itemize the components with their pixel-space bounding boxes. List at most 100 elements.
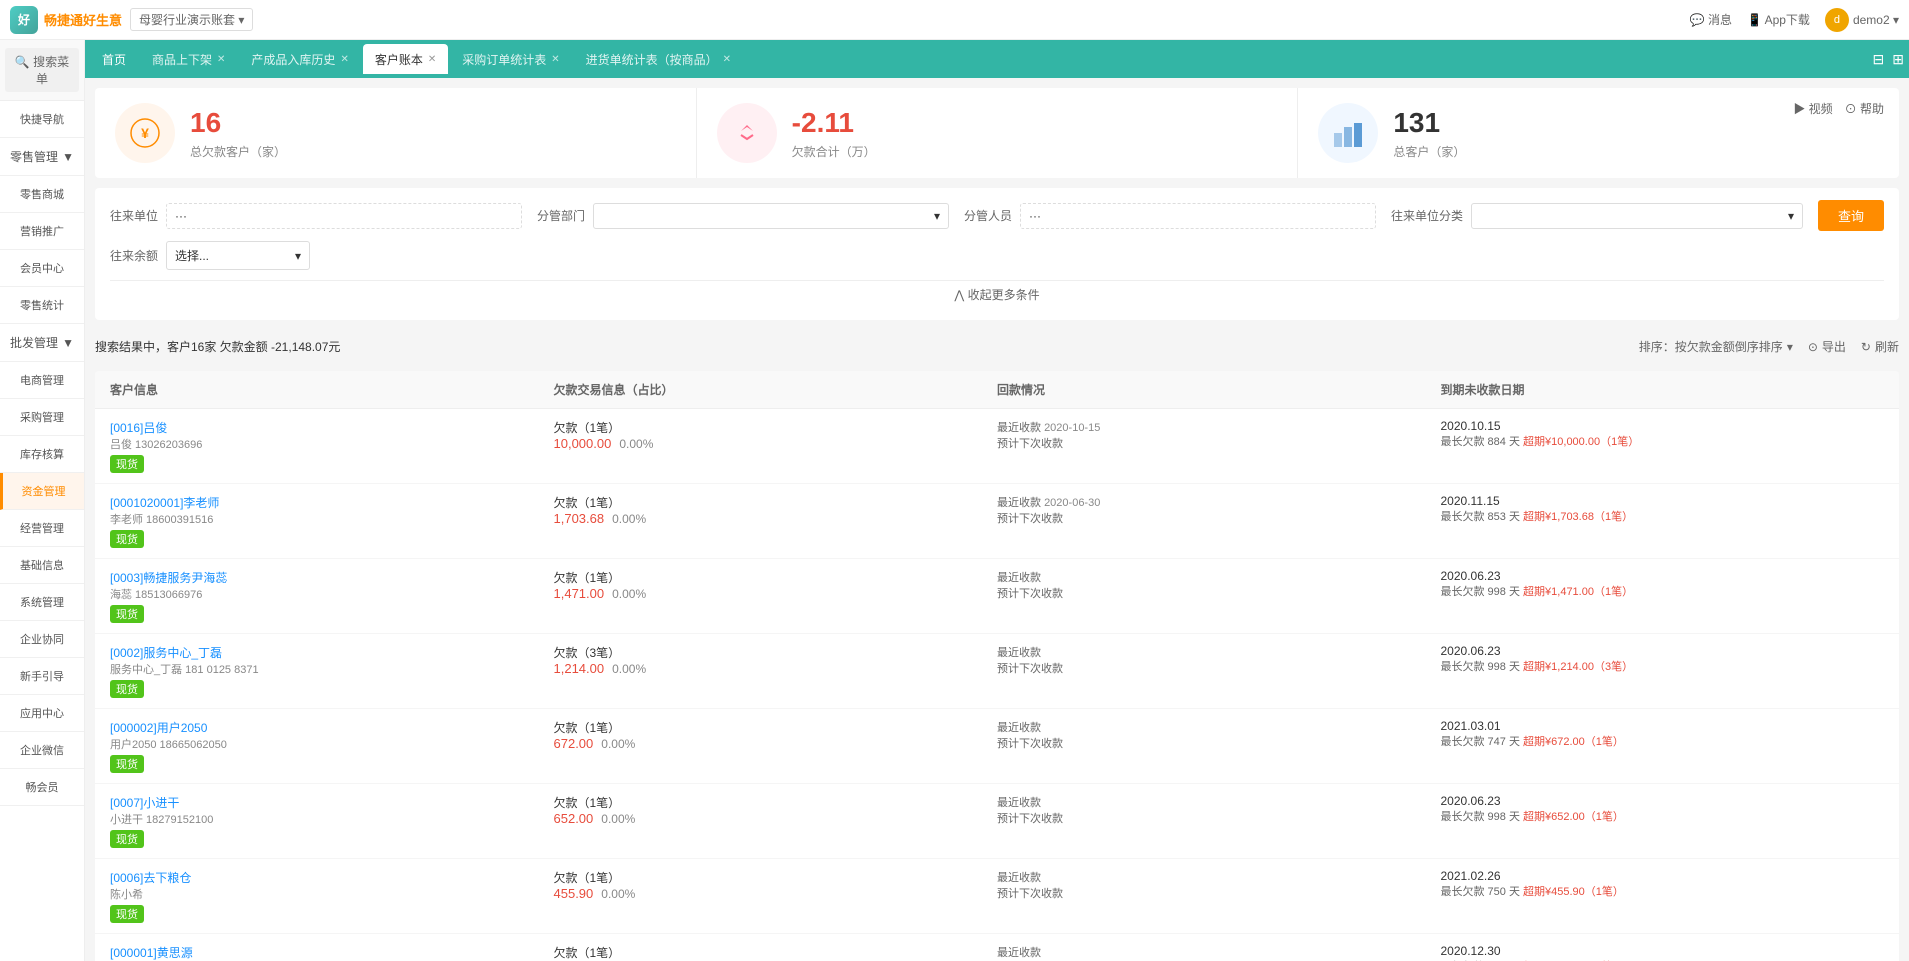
customer-phone-4: 用户2050 18665062050: [110, 736, 554, 752]
filter-select-balance[interactable]: 选择... ▾: [166, 241, 310, 270]
sidebar-item-system[interactable]: 系统管理: [0, 584, 84, 621]
sidebar: 🔍 搜索菜单 快捷导航 零售管理▼ 零售商城 营销推广 会员中心 零售统计 批发…: [0, 40, 85, 961]
maximize-button[interactable]: ⊞: [1892, 51, 1904, 68]
company-selector[interactable]: 母婴行业演示账套 ▾: [130, 8, 253, 31]
customer-name-4[interactable]: [000002]用户2050: [110, 719, 554, 736]
stat-label-owed-customers: 总欠款客户（家）: [190, 143, 676, 160]
search-button[interactable]: 查询: [1818, 200, 1884, 231]
sidebar-item-enterprise-wechat[interactable]: 企业微信: [0, 732, 84, 769]
layout: 🔍 搜索菜单 快捷导航 零售管理▼ 零售商城 营销推广 会员中心 零售统计 批发…: [0, 40, 1909, 961]
page-body: ¥ 16 总欠款客户（家） -2.11 欠款合计（万）: [85, 78, 1909, 961]
stat-right-links: ▶ 视频 ⊙ 帮助: [1793, 100, 1884, 117]
overdue-link-6[interactable]: 超期¥455.90（1笔）: [1523, 886, 1624, 898]
sidebar-item-purchase-mgmt[interactable]: 采购管理: [0, 399, 84, 436]
sidebar-item-app-center[interactable]: 应用中心: [0, 695, 84, 732]
sidebar-item-new-guide[interactable]: 新手引导: [0, 658, 84, 695]
filter-input-manager[interactable]: ···: [1020, 203, 1376, 229]
customer-phone-6: 陈小希: [110, 886, 554, 902]
customer-name-2[interactable]: [0003]畅捷服务尹海蕊: [110, 569, 554, 586]
result-actions: 排序：按欠款金额倒序排序 ▾ ⊙ 导出 ↻ 刷新: [1639, 338, 1899, 355]
export-button[interactable]: ⊙ 导出: [1808, 338, 1846, 355]
debt-cell-5: 欠款（1笔） 652.000.00%: [554, 794, 998, 826]
customer-name-5[interactable]: [0007]小进干: [110, 794, 554, 811]
customer-name-7[interactable]: [000001]黄思源: [110, 944, 554, 961]
minimize-button[interactable]: ⊟: [1873, 51, 1885, 68]
stat-card-owed-amount: -2.11 欠款合计（万）: [697, 88, 1299, 178]
refresh-button[interactable]: ↻ 刷新: [1861, 338, 1899, 355]
filter-row-2: 往来余额 选择... ▾: [110, 241, 1884, 270]
close-tab-products[interactable]: ✕: [217, 54, 225, 65]
col-debt-info: 欠款交易信息（占比）: [554, 381, 998, 398]
overdue-link-1[interactable]: 超期¥1,703.68（1笔）: [1523, 511, 1633, 523]
message-link[interactable]: 💬 消息: [1690, 11, 1732, 28]
filter-select-unit-category[interactable]: ▾: [1471, 203, 1803, 229]
tab-production-history[interactable]: 产成品入库历史 ✕: [239, 44, 360, 74]
filter-input-from-unit[interactable]: ···: [166, 203, 522, 229]
sidebar-item-retail-shop[interactable]: 零售商城: [0, 176, 84, 213]
filter-group-manager: 分管人员 ···: [964, 203, 1376, 229]
sidebar-item-warehouse[interactable]: 库存核算: [0, 436, 84, 473]
overdue-link-4[interactable]: 超期¥672.00（1笔）: [1523, 736, 1624, 748]
filter-select-department[interactable]: ▾: [593, 203, 949, 229]
sort-selector[interactable]: 排序：按欠款金额倒序排序 ▾: [1639, 338, 1793, 355]
customer-badge-4: 现货: [110, 755, 144, 773]
customer-name-3[interactable]: [0002]服务中心_丁磊: [110, 644, 554, 661]
sidebar-item-member[interactable]: 会员中心: [0, 250, 84, 287]
sidebar-item-basic-info[interactable]: 基础信息: [0, 547, 84, 584]
overdue-link-3[interactable]: 超期¥1,214.00（3笔）: [1523, 661, 1633, 673]
payment-cell-6: 最近收款 预计下次收款: [997, 869, 1441, 901]
close-tab-import[interactable]: ✕: [723, 54, 731, 65]
tab-actions: ⊟ ⊞: [1873, 51, 1904, 68]
app-download-link[interactable]: 📱 App下载: [1747, 11, 1810, 28]
svg-text:¥: ¥: [141, 125, 149, 141]
table-row: [0003]畅捷服务尹海蕊 海蕊 18513066976 现货 欠款（1笔） 1…: [95, 559, 1899, 634]
stat-info-owed: 16 总欠款客户（家）: [190, 107, 676, 160]
stat-number-owed-customers: 16: [190, 107, 676, 139]
tab-customer-account[interactable]: 客户账本 ✕: [363, 44, 448, 74]
overdue-link-2[interactable]: 超期¥1,471.00（1笔）: [1523, 586, 1633, 598]
sidebar-item-enterprise-coop[interactable]: 企业协同: [0, 621, 84, 658]
due-cell-0: 2020.10.15 最长欠款 884 天 超期¥10,000.00（1笔）: [1441, 419, 1885, 449]
top-bar: 好 畅捷通好生意 母婴行业演示账套 ▾ 💬 消息 📱 App下载 d demo2…: [0, 0, 1909, 40]
search-menu-button[interactable]: 🔍 搜索菜单: [5, 48, 79, 92]
user-avatar[interactable]: d demo2 ▾: [1825, 8, 1899, 32]
due-cell-3: 2020.06.23 最长欠款 998 天 超期¥1,214.00（3笔）: [1441, 644, 1885, 674]
sidebar-item-retail-stats[interactable]: 零售统计: [0, 287, 84, 324]
filter-collapse-btn[interactable]: ⋀ 收起更多条件: [110, 280, 1884, 308]
table-row: [000002]用户2050 用户2050 18665062050 现货 欠款（…: [95, 709, 1899, 784]
tab-products-offline[interactable]: 商品上下架 ✕: [140, 44, 237, 74]
logo-area: 好 畅捷通好生意: [10, 6, 122, 34]
sidebar-item-finance[interactable]: 资金管理: [0, 473, 84, 510]
customer-cell-2: [0003]畅捷服务尹海蕊 海蕊 18513066976 现货: [110, 569, 554, 623]
tab-import-stats[interactable]: 进货单统计表（按商品） ✕: [574, 44, 743, 74]
overdue-link-5[interactable]: 超期¥652.00（1笔）: [1523, 811, 1624, 823]
sidebar-item-ecommerce[interactable]: 电商管理: [0, 362, 84, 399]
customer-name-0[interactable]: [0016]吕俊: [110, 419, 554, 436]
overdue-link-0[interactable]: 超期¥10,000.00（1笔）: [1523, 436, 1639, 448]
debt-cell-2: 欠款（1笔） 1,471.000.00%: [554, 569, 998, 601]
filter-label-department: 分管部门: [537, 207, 585, 224]
sidebar-item-batch-mgmt[interactable]: 批发管理▼: [0, 324, 84, 362]
customer-cell-4: [000002]用户2050 用户2050 18665062050 现货: [110, 719, 554, 773]
close-tab-purchase[interactable]: ✕: [551, 54, 559, 65]
tab-home[interactable]: 首页: [90, 44, 138, 74]
customer-name-6[interactable]: [0006]去下粮仓: [110, 869, 554, 886]
video-link[interactable]: ▶ 视频: [1793, 100, 1832, 117]
sidebar-item-marketing[interactable]: 营销推广: [0, 213, 84, 250]
close-tab-customer[interactable]: ✕: [428, 54, 436, 65]
stat-icon-owed: ¥: [115, 103, 175, 163]
debt-cell-7: 欠款（1笔） 429.000.00%: [554, 944, 998, 961]
help-link[interactable]: ⊙ 帮助: [1845, 100, 1884, 117]
stat-label-total-customers: 总客户（家）: [1393, 143, 1879, 160]
close-tab-production[interactable]: ✕: [340, 54, 348, 65]
sidebar-item-vip[interactable]: 畅会员: [0, 769, 84, 806]
sidebar-item-operations[interactable]: 经营管理: [0, 510, 84, 547]
tab-purchase-stats[interactable]: 采购订单统计表 ✕: [450, 44, 571, 74]
sidebar-item-retail-mgmt[interactable]: 零售管理▼: [0, 138, 84, 176]
due-cell-7: 2020.12.30 最长欠款 808 天 超期¥429.00（1笔）: [1441, 944, 1885, 961]
customer-name-1[interactable]: [0001020001]李老师: [110, 494, 554, 511]
debt-cell-0: 欠款（1笔） 10,000.000.00%: [554, 419, 998, 451]
customer-phone-3: 服务中心_丁磊 181 0125 8371: [110, 661, 554, 677]
table-row: [0002]服务中心_丁磊 服务中心_丁磊 181 0125 8371 现货 欠…: [95, 634, 1899, 709]
sidebar-item-quick-nav[interactable]: 快捷导航: [0, 101, 84, 138]
